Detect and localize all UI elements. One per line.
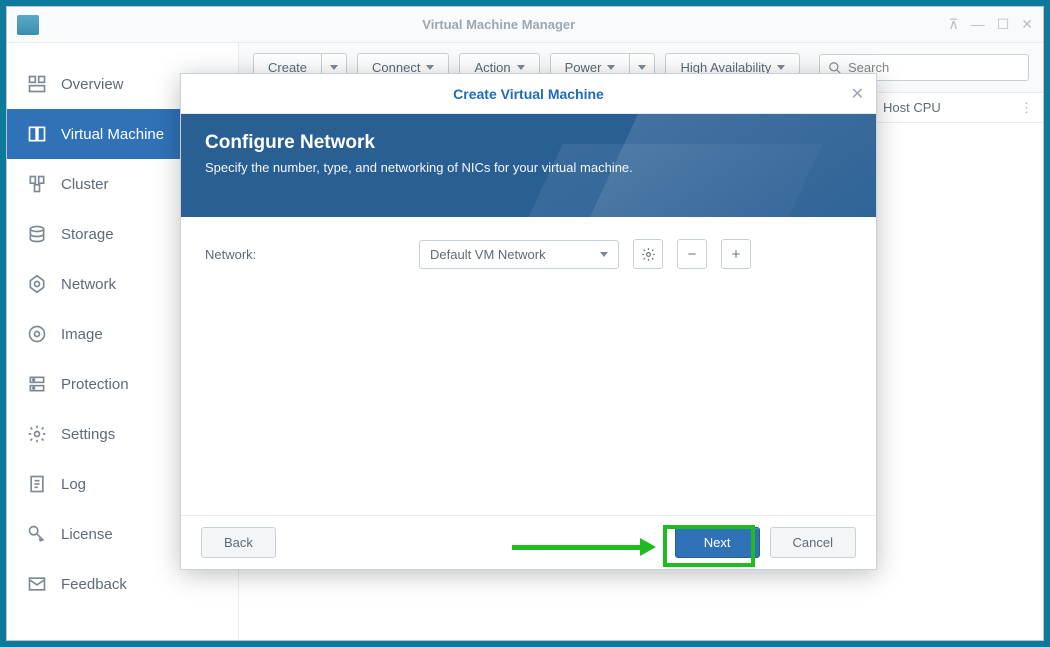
sidebar-item-label: License: [61, 526, 113, 543]
sidebar-item-label: Settings: [61, 426, 115, 443]
protection-icon: [25, 372, 49, 396]
titlebar: Virtual Machine Manager ⊼ — ☐ ✕: [7, 7, 1043, 43]
image-icon: [25, 322, 49, 346]
cancel-button[interactable]: Cancel: [770, 527, 856, 558]
network-value: Default VM Network: [430, 247, 546, 262]
gear-icon: [641, 247, 656, 262]
minimize-icon[interactable]: —: [971, 16, 985, 33]
close-window-icon[interactable]: ✕: [1021, 16, 1033, 33]
maximize-icon[interactable]: ☐: [997, 16, 1010, 33]
feedback-icon: [25, 572, 49, 596]
vm-icon: [25, 122, 49, 146]
sidebar-item-label: Virtual Machine: [61, 126, 164, 143]
sidebar-item-label: Protection: [61, 376, 129, 393]
license-icon: [25, 522, 49, 546]
network-select[interactable]: Default VM Network: [419, 240, 619, 269]
sidebar-item-label: Feedback: [61, 576, 127, 593]
cluster-icon: [25, 172, 49, 196]
pin-icon[interactable]: ⊼: [948, 16, 958, 33]
overview-icon: [25, 72, 49, 96]
add-nic-button[interactable]: +: [721, 239, 751, 269]
app-icon: [17, 15, 39, 35]
chevron-down-icon: [517, 65, 525, 70]
sidebar-item-label: Network: [61, 276, 116, 293]
dialog-banner: Configure Network Specify the number, ty…: [181, 114, 876, 217]
network-label: Network:: [205, 247, 405, 262]
remove-nic-button[interactable]: −: [677, 239, 707, 269]
plus-icon: +: [732, 246, 741, 263]
sidebar-item-label: Overview: [61, 76, 124, 93]
create-vm-dialog: Create Virtual Machine ✕ Configure Netwo…: [180, 73, 877, 570]
window-controls: ⊼ — ☐ ✕: [948, 16, 1033, 33]
sidebar-item-label: Storage: [61, 226, 114, 243]
chevron-down-icon: [426, 65, 434, 70]
close-icon[interactable]: ✕: [851, 84, 864, 104]
dialog-footer: Back Next Cancel: [181, 515, 876, 569]
minus-icon: −: [688, 246, 697, 263]
log-icon: [25, 472, 49, 496]
dialog-body: Network: Default VM Network − +: [181, 217, 876, 515]
chevron-down-icon: [777, 65, 785, 70]
chevron-down-icon: [330, 65, 338, 70]
storage-icon: [25, 222, 49, 246]
column-header-host-cpu[interactable]: Host CPU ⋮: [873, 93, 1043, 123]
settings-icon: [25, 422, 49, 446]
network-row: Network: Default VM Network − +: [205, 239, 852, 269]
network-icon: [25, 272, 49, 296]
back-button[interactable]: Back: [201, 527, 276, 558]
sidebar-item-label: Image: [61, 326, 103, 343]
next-button[interactable]: Next: [675, 527, 760, 558]
chevron-down-icon: [600, 252, 608, 257]
settings-icon-button[interactable]: [633, 239, 663, 269]
chevron-down-icon: [638, 65, 646, 70]
sidebar-item-label: Log: [61, 476, 86, 493]
chevron-down-icon: [607, 65, 615, 70]
column-menu-icon[interactable]: ⋮: [1020, 100, 1033, 116]
dialog-title: Create Virtual Machine: [453, 86, 604, 102]
banner-subtitle: Specify the number, type, and networking…: [205, 160, 852, 175]
sidebar-item-label: Cluster: [61, 176, 109, 193]
window-title: Virtual Machine Manager: [49, 17, 948, 32]
banner-title: Configure Network: [205, 132, 852, 154]
dialog-header: Create Virtual Machine ✕: [181, 74, 876, 114]
